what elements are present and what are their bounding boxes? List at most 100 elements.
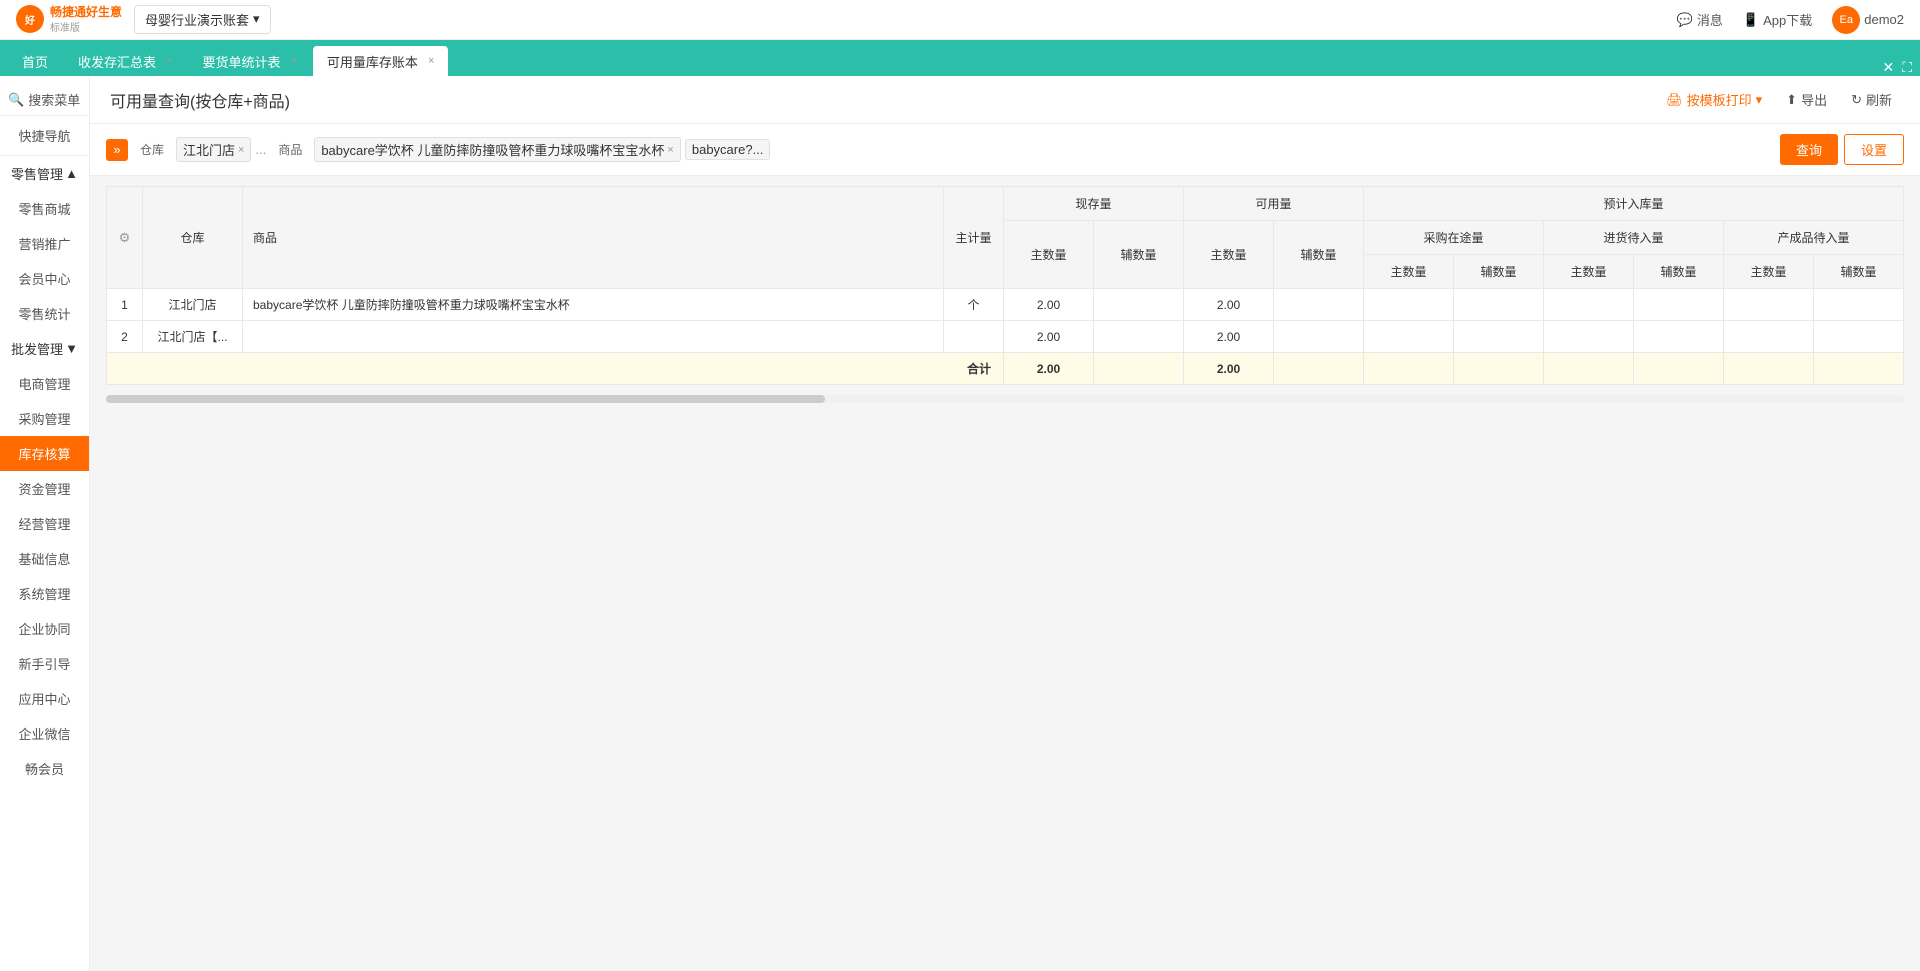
sidebar-item-system-mgmt[interactable]: 系统管理 bbox=[0, 576, 89, 611]
scroll-thumb[interactable] bbox=[106, 395, 825, 403]
th-product-aux: 辅数量 bbox=[1814, 255, 1904, 289]
sidebar-item-inventory[interactable]: 库存核算 bbox=[0, 436, 89, 471]
th-incoming-group: 进货待入量 bbox=[1544, 221, 1724, 255]
horizontal-scrollbar[interactable] bbox=[106, 395, 1904, 403]
sidebar-item-retail-mgmt[interactable]: 零售管理 ▲ bbox=[0, 156, 89, 191]
search-icon: 🔍 bbox=[8, 92, 24, 108]
arrow-up-icon: ▲ bbox=[65, 166, 78, 181]
sidebar-search[interactable]: 🔍 搜索菜单 bbox=[0, 84, 89, 116]
nav-close-btn[interactable]: ✕ bbox=[1882, 59, 1894, 76]
sidebar-retail-mall-label: 零售商城 bbox=[18, 202, 70, 217]
settings-btn[interactable]: 设置 bbox=[1844, 134, 1904, 165]
sidebar-item-wechat[interactable]: 企业微信 bbox=[0, 716, 89, 751]
sidebar-item-purchase[interactable]: 采购管理 bbox=[0, 401, 89, 436]
app-download-action[interactable]: 📱 App下载 bbox=[1743, 10, 1812, 29]
settings-icon[interactable]: ⚙ bbox=[119, 230, 131, 245]
user-action[interactable]: Ea demo2 bbox=[1832, 6, 1904, 34]
cell-product-aux bbox=[1814, 321, 1904, 353]
th-incoming-main: 主数量 bbox=[1544, 255, 1634, 289]
sidebar-item-wholesale-mgmt[interactable]: 批发管理 ▼ bbox=[0, 331, 89, 366]
th-unit: 主计量 bbox=[944, 187, 1004, 289]
sidebar-item-ecommerce[interactable]: 电商管理 bbox=[0, 366, 89, 401]
product-tags: babycare学饮杯 儿童防摔防撞吸管杯重力球吸嘴杯宝宝水杯 × babyca… bbox=[314, 137, 770, 162]
th-forecast-group: 预计入库量 bbox=[1364, 187, 1904, 221]
cell-avail-aux bbox=[1274, 289, 1364, 321]
export-btn[interactable]: ⬆ 导出 bbox=[1778, 86, 1835, 113]
footer-stock-main: 2.00 bbox=[1004, 353, 1094, 385]
sidebar-item-retail-stats[interactable]: 零售统计 bbox=[0, 296, 89, 331]
sidebar-item-basic-info[interactable]: 基础信息 bbox=[0, 541, 89, 576]
th-purchase-group: 采购在途量 bbox=[1364, 221, 1544, 255]
sidebar-item-members[interactable]: 会员中心 bbox=[0, 261, 89, 296]
print-btn[interactable]: 🖨 按模板打印 ▾ bbox=[1658, 86, 1770, 113]
table-footer-row: 合计 2.00 2.00 bbox=[107, 353, 1904, 385]
th-stock-main: 主数量 bbox=[1004, 221, 1094, 289]
refresh-btn[interactable]: ↻ 刷新 bbox=[1843, 86, 1900, 113]
sidebar-item-operations[interactable]: 经营管理 bbox=[0, 506, 89, 541]
filter-dots[interactable]: ... bbox=[255, 142, 266, 157]
cell-unit: 个 bbox=[944, 289, 1004, 321]
warehouse-tag-remove[interactable]: × bbox=[238, 144, 244, 156]
print-icon: 🖨 bbox=[1666, 92, 1683, 108]
account-selector[interactable]: 母婴行业演示账套 ▾ bbox=[134, 5, 271, 34]
sidebar-members-label: 会员中心 bbox=[18, 272, 70, 287]
message-action[interactable]: 💬 消息 bbox=[1677, 10, 1723, 29]
tab-available-inventory[interactable]: 可用量库存账本 × bbox=[313, 46, 448, 76]
product-tag1[interactable]: babycare学饮杯 儿童防摔防撞吸管杯重力球吸嘴杯宝宝水杯 × bbox=[314, 137, 681, 162]
tab-home[interactable]: 首页 bbox=[8, 46, 62, 76]
sidebar-item-newbie[interactable]: 新手引导 bbox=[0, 646, 89, 681]
sidebar-inventory-label: 库存核算 bbox=[18, 447, 70, 462]
nav-right-actions: ✕ ⛶ bbox=[1882, 59, 1912, 76]
footer-avail-main: 2.00 bbox=[1184, 353, 1274, 385]
footer-i-aux bbox=[1634, 353, 1724, 385]
filter-expand-btn[interactable]: » bbox=[106, 139, 128, 161]
product-tag1-remove[interactable]: × bbox=[667, 144, 673, 156]
sidebar-nav: 快捷导航 bbox=[0, 116, 89, 156]
close-tab3-icon[interactable]: × bbox=[428, 55, 434, 67]
app-icon: 📱 bbox=[1743, 12, 1759, 28]
sidebar-finance-label: 资金管理 bbox=[18, 482, 70, 497]
sidebar-item-member-pro[interactable]: 畅会员 bbox=[0, 751, 89, 786]
sidebar-retail-mgmt-label: 零售管理 bbox=[11, 164, 63, 183]
footer-p-aux bbox=[1454, 353, 1544, 385]
sidebar-app-center-label: 应用中心 bbox=[18, 692, 70, 707]
th-warehouse: 仓库 bbox=[143, 187, 243, 289]
cell-purchase-aux bbox=[1454, 321, 1544, 353]
query-btn[interactable]: 查询 bbox=[1780, 134, 1838, 165]
sidebar-quick-nav[interactable]: 快捷导航 bbox=[0, 120, 89, 151]
cell-warehouse: 江北门店 bbox=[143, 289, 243, 321]
warehouse-tag[interactable]: 江北门店 × bbox=[176, 137, 251, 162]
sidebar-item-app-center[interactable]: 应用中心 bbox=[0, 681, 89, 716]
cell-incoming-main bbox=[1544, 289, 1634, 321]
sidebar-wechat-label: 企业微信 bbox=[18, 727, 70, 742]
sidebar-marketing-label: 营销推广 bbox=[18, 237, 70, 252]
tab-order-label: 要货单统计表 bbox=[202, 52, 280, 71]
tab-order-stats[interactable]: 要货单统计表 × bbox=[188, 46, 310, 76]
th-purchase-aux: 辅数量 bbox=[1454, 255, 1544, 289]
cell-product: babycare学饮杯 儿童防摔防撞吸管杯重力球吸嘴杯宝宝水杯 bbox=[243, 289, 944, 321]
cell-product-aux bbox=[1814, 289, 1904, 321]
avatar: Ea bbox=[1832, 6, 1860, 34]
cell-stock-aux bbox=[1094, 289, 1184, 321]
account-label: 母婴行业演示账套 bbox=[145, 10, 249, 29]
sidebar-item-finance[interactable]: 资金管理 bbox=[0, 471, 89, 506]
cell-incoming-aux bbox=[1634, 321, 1724, 353]
tab-receivable-summary[interactable]: 收发存汇总表 × bbox=[64, 46, 186, 76]
nav-expand-btn[interactable]: ⛶ bbox=[1902, 59, 1912, 76]
app-download-label: App下载 bbox=[1763, 10, 1812, 29]
sidebar-item-retail-mall[interactable]: 零售商城 bbox=[0, 191, 89, 226]
footer-pr-aux bbox=[1814, 353, 1904, 385]
th-product: 商品 bbox=[243, 187, 944, 289]
cell-unit bbox=[944, 321, 1004, 353]
export-label: 导出 bbox=[1801, 90, 1827, 109]
th-avail-main: 主数量 bbox=[1184, 221, 1274, 289]
cell-purchase-main bbox=[1364, 289, 1454, 321]
close-tab1-icon[interactable]: × bbox=[166, 55, 172, 67]
product-tag2[interactable]: babycare?... bbox=[685, 139, 771, 160]
sidebar-item-marketing[interactable]: 营销推广 bbox=[0, 226, 89, 261]
sidebar-item-enterprise[interactable]: 企业协同 bbox=[0, 611, 89, 646]
close-tab2-icon[interactable]: × bbox=[290, 55, 296, 67]
sidebar-ecommerce-label: 电商管理 bbox=[18, 377, 70, 392]
th-avail-group: 可用量 bbox=[1184, 187, 1364, 221]
tab-receivable-label: 收发存汇总表 bbox=[78, 52, 156, 71]
